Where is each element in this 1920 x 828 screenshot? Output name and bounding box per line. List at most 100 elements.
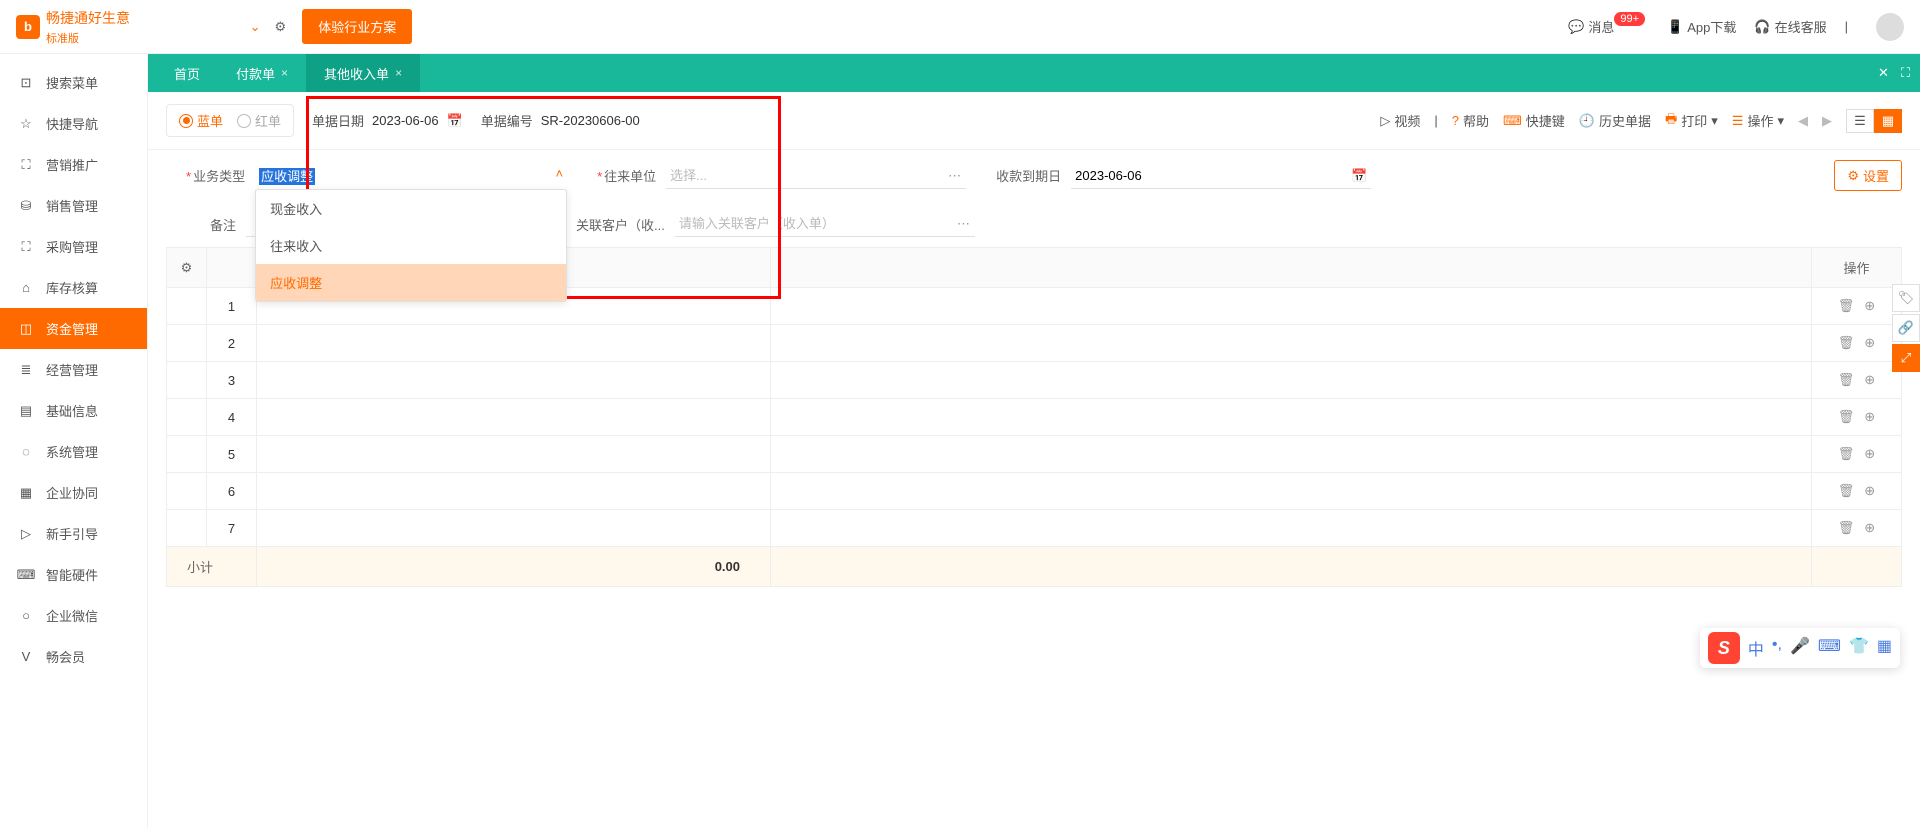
- business-type-value[interactable]: 应收调整: [259, 168, 315, 185]
- settings-button[interactable]: ⚙ 设置: [1834, 160, 1902, 191]
- close-icon[interactable]: ×: [395, 66, 402, 80]
- attach-tool-button[interactable]: 🔗: [1892, 314, 1920, 342]
- sidebar-item-14[interactable]: V 畅会员: [0, 636, 147, 677]
- gear-icon[interactable]: ⚙: [275, 19, 287, 35]
- sidebar-item-0[interactable]: ⊡搜索菜单: [0, 62, 147, 103]
- more-icon[interactable]: ⋯: [957, 216, 971, 232]
- print-link[interactable]: 🖶打印▾: [1665, 110, 1718, 132]
- table-row[interactable]: 3🗑⊕: [167, 362, 1902, 399]
- view-card-button[interactable]: ▦: [1874, 109, 1902, 133]
- delete-icon[interactable]: 🗑: [1838, 520, 1855, 536]
- ime-mic-icon[interactable]: 🎤: [1790, 636, 1810, 660]
- ime-punct-icon[interactable]: •,: [1772, 636, 1782, 660]
- delete-icon[interactable]: 🗑: [1838, 335, 1855, 351]
- ime-grid-icon[interactable]: ▦: [1877, 636, 1892, 660]
- support-link[interactable]: 🎧 在线客服: [1754, 17, 1826, 36]
- next-icon[interactable]: ▶: [1822, 113, 1832, 129]
- copy-icon[interactable]: ⊕: [1864, 409, 1875, 425]
- dropdown-item-1[interactable]: 往来收入: [256, 227, 566, 264]
- sidebar-item-4[interactable]: ⛶采购管理: [0, 226, 147, 267]
- sidebar-icon: ⊡: [18, 75, 34, 91]
- copy-icon[interactable]: ⊕: [1864, 520, 1875, 536]
- delete-icon[interactable]: 🗑: [1838, 409, 1855, 425]
- copy-icon[interactable]: ⊕: [1864, 446, 1875, 462]
- delete-icon[interactable]: 🗑: [1838, 483, 1855, 499]
- sidebar-item-5[interactable]: ⌂库存核算: [0, 267, 147, 308]
- sidebar-item-1[interactable]: ☆快捷导航: [0, 103, 147, 144]
- tab-expand-icon[interactable]: ⛶: [1901, 65, 1910, 81]
- calendar-icon[interactable]: 📅: [447, 113, 463, 129]
- video-link[interactable]: ▷视频: [1380, 111, 1420, 130]
- ime-zh-icon[interactable]: 中: [1748, 636, 1764, 660]
- tab-close-all-icon[interactable]: ✕: [1878, 65, 1889, 81]
- help-link[interactable]: ?帮助: [1452, 111, 1489, 130]
- app-download-link[interactable]: 📱 App下载: [1667, 17, 1736, 36]
- sidebar-item-9[interactable]: ◌系统管理: [0, 431, 147, 472]
- ime-keyboard-icon[interactable]: ⌨: [1818, 636, 1841, 660]
- table-row[interactable]: 7🗑⊕: [167, 510, 1902, 547]
- copy-icon[interactable]: ⊕: [1864, 372, 1875, 388]
- sidebar-item-7[interactable]: ≣经营管理: [0, 349, 147, 390]
- delete-icon[interactable]: 🗑: [1838, 298, 1855, 314]
- sidebar-item-10[interactable]: ▦企业协同: [0, 472, 147, 513]
- sidebar-icon: V: [18, 649, 34, 665]
- sogou-logo-icon[interactable]: S: [1708, 632, 1740, 664]
- radio-red[interactable]: 红单: [237, 111, 281, 130]
- messages-link[interactable]: 💬 消息 99+: [1568, 17, 1649, 36]
- company-select[interactable]: ⌄: [166, 19, 261, 35]
- copy-icon[interactable]: ⊕: [1864, 298, 1875, 314]
- delete-icon[interactable]: 🗑: [1838, 372, 1855, 388]
- related-customer-input[interactable]: [675, 211, 975, 237]
- view-list-button[interactable]: ☰: [1846, 109, 1874, 133]
- gear-column-header[interactable]: ⚙: [167, 248, 207, 288]
- calendar-icon[interactable]: 📅: [1351, 168, 1367, 184]
- table-row[interactable]: 4🗑⊕: [167, 399, 1902, 436]
- sidebar-icon: ○: [18, 608, 34, 624]
- table-row[interactable]: 5🗑⊕: [167, 436, 1902, 473]
- tab-2[interactable]: 其他收入单×: [306, 54, 420, 92]
- sidebar-item-3[interactable]: ⛁销售管理: [0, 185, 147, 226]
- expand-tool-button[interactable]: ⤢: [1892, 344, 1920, 372]
- sidebar-item-2[interactable]: ⛶营销推广: [0, 144, 147, 185]
- bill-date-label: 单据日期: [312, 111, 364, 130]
- sidebar-item-8[interactable]: ▤基础信息: [0, 390, 147, 431]
- prev-icon[interactable]: ◀: [1798, 113, 1808, 129]
- avatar[interactable]: [1876, 13, 1904, 41]
- try-industry-button[interactable]: 体验行业方案: [302, 9, 412, 44]
- dropdown-item-0[interactable]: 现金收入: [256, 190, 566, 227]
- due-date-field: 收款到期日 📅: [996, 163, 1371, 189]
- tab-1[interactable]: 付款单×: [218, 54, 306, 92]
- table-row[interactable]: 6🗑⊕: [167, 473, 1902, 510]
- sidebar-item-label: 畅会员: [46, 647, 85, 666]
- more-icon[interactable]: ⋯: [948, 168, 962, 184]
- delete-icon[interactable]: 🗑: [1838, 446, 1855, 462]
- close-icon[interactable]: ×: [281, 66, 288, 80]
- company-name-placeholder: [166, 19, 170, 34]
- dropdown-item-2[interactable]: 应收调整: [256, 264, 566, 301]
- app-download-label: App下载: [1687, 17, 1736, 36]
- copy-icon[interactable]: ⊕: [1864, 483, 1875, 499]
- sidebar-item-11[interactable]: ▷新手引导: [0, 513, 147, 554]
- bill-date-value[interactable]: 2023-06-06: [372, 113, 439, 128]
- row-number: 2: [207, 325, 257, 362]
- chevron-up-icon[interactable]: ˄: [555, 166, 563, 181]
- ime-skin-icon[interactable]: 👕: [1849, 636, 1869, 660]
- sidebar-item-12[interactable]: ⌨智能硬件: [0, 554, 147, 595]
- tag-tool-button[interactable]: 🏷: [1892, 284, 1920, 312]
- history-link[interactable]: 🕘历史单据: [1579, 111, 1651, 130]
- copy-icon[interactable]: ⊕: [1864, 335, 1875, 351]
- sidebar-item-13[interactable]: ○企业微信: [0, 595, 147, 636]
- play-icon: ▷: [1380, 113, 1390, 129]
- tab-0[interactable]: 首页: [156, 54, 218, 92]
- header-right: 💬 消息 99+ 📱 App下载 🎧 在线客服 |: [1568, 13, 1904, 41]
- hotkey-link[interactable]: ⌨快捷键: [1503, 111, 1565, 130]
- due-date-input[interactable]: [1071, 163, 1371, 189]
- table-row[interactable]: 2 🗑 ⊕: [167, 325, 1902, 362]
- sidebar-item-6[interactable]: ◫资金管理: [0, 308, 147, 349]
- ops-link[interactable]: ☰操作▾: [1732, 111, 1784, 130]
- party-input[interactable]: [666, 163, 966, 189]
- radio-blue[interactable]: 蓝单: [179, 111, 223, 130]
- headset-icon: 🎧: [1754, 19, 1770, 35]
- chevron-down-icon: ⌄: [250, 19, 261, 35]
- top-header: b 畅捷通好生意 标准版 ⌄ ⚙ 体验行业方案 💬 消息 99+ 📱 App下载…: [0, 0, 1920, 54]
